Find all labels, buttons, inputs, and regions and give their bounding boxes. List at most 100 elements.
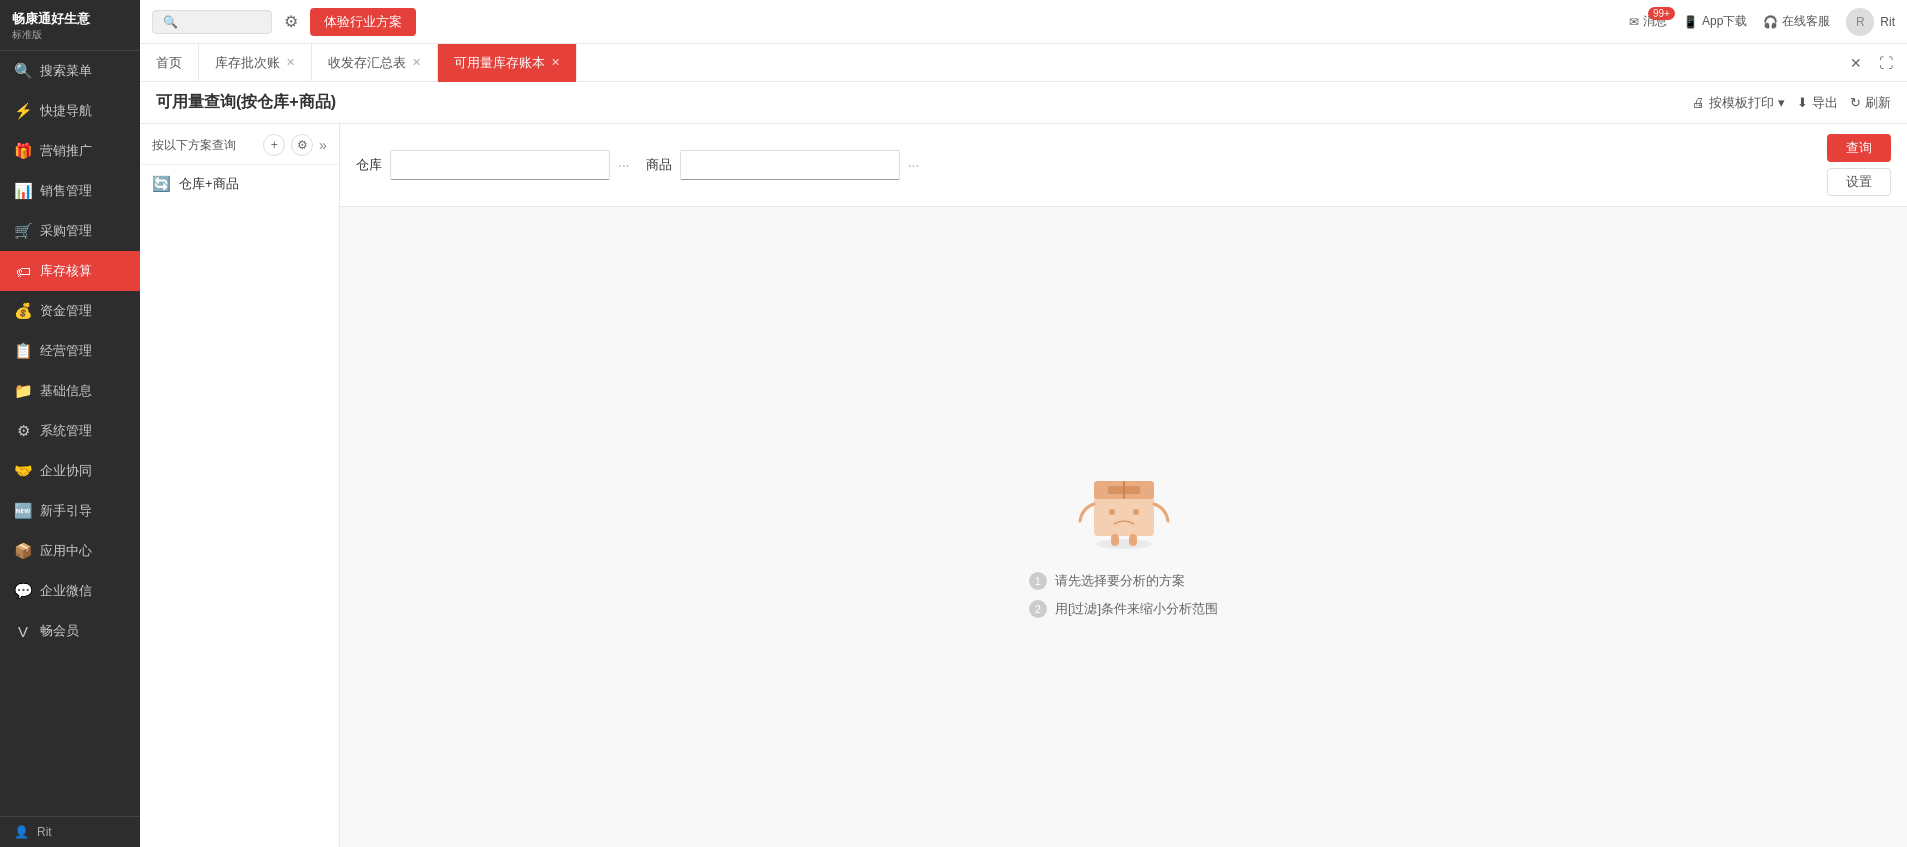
- appstore-icon: 📦: [14, 542, 32, 560]
- sidebar-item-sales[interactable]: 📊 销售管理: [0, 171, 140, 211]
- finance-icon: 💰: [14, 302, 32, 320]
- export-btn[interactable]: ⬇ 导出: [1797, 94, 1838, 112]
- sidebar-item-label-search: 搜索菜单: [40, 62, 92, 80]
- tabs-actions: ✕ ⛶: [1843, 50, 1907, 76]
- query-btn[interactable]: 查询: [1827, 134, 1891, 162]
- sidebar-item-basic[interactable]: 📁 基础信息: [0, 371, 140, 411]
- exp-btn[interactable]: 体验行业方案: [310, 8, 416, 36]
- sidebar-username: Rit: [37, 825, 52, 839]
- warehouse-more-btn[interactable]: ···: [618, 157, 630, 173]
- filter-header-icons: + ⚙ «: [263, 134, 327, 156]
- sidebar-item-enterprise[interactable]: 🤝 企业协同: [0, 451, 140, 491]
- sidebar-item-label-enterprise: 企业协同: [40, 462, 92, 480]
- filter-header-label: 按以下方案查询: [152, 137, 236, 154]
- sidebar-bottom-user[interactable]: 👤 Rit: [0, 816, 140, 847]
- tip-text-1: 请先选择要分析的方案: [1055, 572, 1185, 590]
- content-area: 按以下方案查询 + ⚙ « 🔄 仓库+商品 仓库 ···: [140, 124, 1907, 847]
- message-icon: ✉: [1629, 15, 1639, 29]
- app-download-btn[interactable]: 📱 App下载: [1683, 13, 1747, 30]
- sidebar-item-shortcut[interactable]: ⚡ 快捷导航: [0, 91, 140, 131]
- svg-rect-7: [1111, 534, 1119, 546]
- sidebar-item-operation[interactable]: 📋 经营管理: [0, 331, 140, 371]
- logo-subtitle: 标准版: [12, 28, 128, 42]
- refresh-btn[interactable]: ↻ 刷新: [1850, 94, 1891, 112]
- sidebar-menu: 🔍 搜索菜单 ⚡ 快捷导航 🎁 营销推广 📊 销售管理 🛒 采购管理 🏷 库存核…: [0, 51, 140, 816]
- sidebar-item-label-purchase: 采购管理: [40, 222, 92, 240]
- filter-item-warehouse-product[interactable]: 🔄 仓库+商品: [140, 165, 339, 203]
- tab-batch-close[interactable]: ✕: [286, 56, 295, 69]
- tab-summary[interactable]: 收发存汇总表 ✕: [312, 44, 438, 82]
- sidebar-item-marketing[interactable]: 🎁 营销推广: [0, 131, 140, 171]
- tab-close-btn[interactable]: ✕: [1843, 50, 1869, 76]
- topbar-search-box[interactable]: 🔍: [152, 10, 272, 34]
- add-filter-btn[interactable]: +: [263, 134, 285, 156]
- tab-available[interactable]: 可用量库存账本 ✕: [438, 44, 577, 82]
- product-input[interactable]: [680, 150, 900, 180]
- tab-home-label: 首页: [156, 54, 182, 72]
- product-label: 商品: [646, 156, 672, 174]
- svg-point-5: [1133, 509, 1139, 515]
- online-service-btn[interactable]: 🎧 在线客服: [1763, 13, 1830, 30]
- sidebar-item-finance[interactable]: 💰 资金管理: [0, 291, 140, 331]
- svg-point-6: [1096, 539, 1152, 549]
- system-icon: ⚙: [14, 422, 32, 440]
- tab-home[interactable]: 首页: [140, 44, 199, 82]
- sidebar-item-purchase[interactable]: 🛒 采购管理: [0, 211, 140, 251]
- empty-state: 1 请先选择要分析的方案 2 用[过滤]条件来缩小分析范围: [340, 207, 1907, 847]
- shortcut-icon: ⚡: [14, 102, 32, 120]
- sidebar-item-newbie[interactable]: 🆕 新手引导: [0, 491, 140, 531]
- tab-summary-close[interactable]: ✕: [412, 56, 421, 69]
- sidebar-item-label-operation: 经营管理: [40, 342, 92, 360]
- refresh-label: 刷新: [1865, 94, 1891, 112]
- sidebar-item-system[interactable]: ⚙ 系统管理: [0, 411, 140, 451]
- warehouse-input[interactable]: [390, 150, 610, 180]
- sidebar-item-search[interactable]: 🔍 搜索菜单: [0, 51, 140, 91]
- collapse-panel-btn[interactable]: «: [319, 137, 327, 153]
- tab-fullscreen-btn[interactable]: ⛶: [1873, 50, 1899, 76]
- empty-tip-1: 1 请先选择要分析的方案: [1029, 572, 1218, 590]
- print-chevron: ▾: [1778, 95, 1785, 110]
- service-label: 在线客服: [1782, 13, 1830, 30]
- product-field: 商品 ···: [646, 150, 920, 180]
- tab-available-label: 可用量库存账本: [454, 54, 545, 72]
- sidebar-item-inventory[interactable]: 🏷 库存核算: [0, 251, 140, 291]
- operation-icon: 📋: [14, 342, 32, 360]
- print-btn[interactable]: 🖨 按模板打印 ▾: [1692, 94, 1785, 112]
- empty-tip-2: 2 用[过滤]条件来缩小分析范围: [1029, 600, 1218, 618]
- tab-batch[interactable]: 库存批次账 ✕: [199, 44, 312, 82]
- tip-num-2: 2: [1029, 600, 1047, 618]
- message-btn[interactable]: ✉ 消息 99+: [1629, 13, 1667, 30]
- member-icon: V: [14, 623, 32, 640]
- tab-batch-label: 库存批次账: [215, 54, 280, 72]
- sidebar-item-label-system: 系统管理: [40, 422, 92, 440]
- user-profile[interactable]: R Rit: [1846, 8, 1895, 36]
- tab-available-close[interactable]: ✕: [551, 56, 560, 69]
- wechat-icon: 💬: [14, 582, 32, 600]
- print-icon: 🖨: [1692, 95, 1705, 110]
- warehouse-label: 仓库: [356, 156, 382, 174]
- right-panel: 仓库 ··· 商品 ··· 查询 设置: [340, 124, 1907, 847]
- filter-settings-btn[interactable]: ⚙: [291, 134, 313, 156]
- query-settings-btn[interactable]: 设置: [1827, 168, 1891, 196]
- settings-icon[interactable]: ⚙: [280, 8, 302, 35]
- empty-tips: 1 请先选择要分析的方案 2 用[过滤]条件来缩小分析范围: [1029, 572, 1218, 618]
- topbar-right: ✉ 消息 99+ 📱 App下载 🎧 在线客服 R Rit: [1629, 8, 1895, 36]
- sidebar-item-label-inventory: 库存核算: [40, 262, 92, 280]
- sidebar-item-appstore[interactable]: 📦 应用中心: [0, 531, 140, 571]
- export-icon: ⬇: [1797, 95, 1808, 110]
- search-input[interactable]: [182, 15, 262, 29]
- svg-rect-8: [1129, 534, 1137, 546]
- service-icon: 🎧: [1763, 15, 1778, 29]
- sidebar-item-wechat[interactable]: 💬 企业微信: [0, 571, 140, 611]
- sidebar-item-member[interactable]: V 畅会员: [0, 611, 140, 651]
- sidebar-item-label-newbie: 新手引导: [40, 502, 92, 520]
- topbar: 🔍 ⚙ 体验行业方案 ✉ 消息 99+ 📱 App下载 🎧 在线客服 R: [140, 0, 1907, 44]
- sidebar-item-label-marketing: 营销推广: [40, 142, 92, 160]
- warehouse-field: 仓库 ···: [356, 150, 630, 180]
- search-icon: 🔍: [14, 62, 32, 80]
- svg-point-4: [1109, 509, 1115, 515]
- print-label: 按模板打印: [1709, 94, 1774, 112]
- product-more-btn[interactable]: ···: [908, 157, 920, 173]
- sidebar-item-label-appstore: 应用中心: [40, 542, 92, 560]
- left-panel: 按以下方案查询 + ⚙ « 🔄 仓库+商品: [140, 124, 340, 847]
